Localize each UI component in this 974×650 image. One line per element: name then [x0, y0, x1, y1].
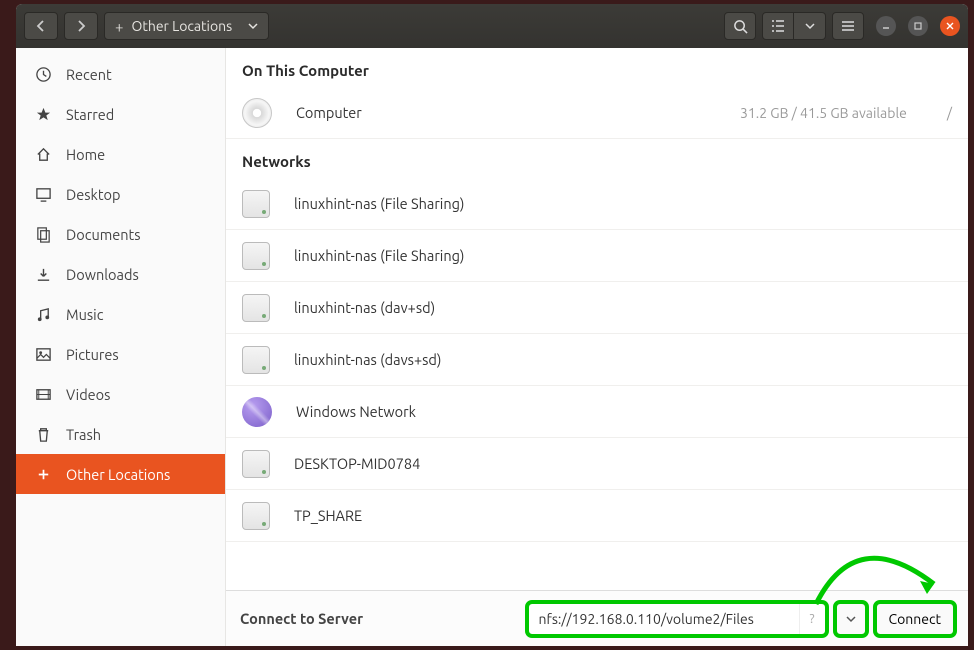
sidebar-item-label: Home	[66, 146, 105, 163]
documents-icon	[34, 225, 52, 243]
sidebar-item-trash[interactable]: Trash	[16, 414, 225, 454]
row-label: linuxhint-nas (davs+sd)	[294, 351, 952, 368]
row-label: TP_SHARE	[294, 507, 952, 524]
location-row[interactable]: DESKTOP-MID0784	[226, 438, 968, 490]
chevron-down-icon	[248, 21, 258, 31]
file-manager-window: + Other Locations Recent Starred Home Deskt…	[16, 4, 968, 646]
location-row[interactable]: linuxhint-nas (dav+sd)	[226, 282, 968, 334]
location-row[interactable]: Computer 31.2 GB / 41.5 GB available /	[226, 87, 968, 139]
row-label: linuxhint-nas (File Sharing)	[294, 247, 952, 264]
chevron-down-icon	[805, 21, 815, 31]
location-label: Other Locations	[131, 18, 232, 34]
drive-icon	[242, 242, 270, 270]
sidebar-item-desktop[interactable]: Desktop	[16, 174, 225, 214]
sidebar-item-label: Downloads	[66, 266, 139, 283]
chevron-down-icon	[846, 614, 856, 624]
disk-icon	[242, 98, 272, 128]
connect-button[interactable]: Connect	[876, 603, 955, 635]
sidebar-item-recent[interactable]: Recent	[16, 54, 225, 94]
list-view-button[interactable]	[762, 12, 794, 40]
home-icon	[34, 145, 52, 163]
connect-bar: Connect to Server ? Connect	[226, 590, 968, 646]
pictures-icon	[34, 345, 52, 363]
titlebar: + Other Locations	[16, 4, 968, 48]
sidebar-item-videos[interactable]: Videos	[16, 374, 225, 414]
location-row[interactable]: Windows Network	[226, 386, 968, 438]
network-globe-icon	[242, 397, 272, 427]
sidebar-item-home[interactable]: Home	[16, 134, 225, 174]
nav-forward-button[interactable]	[64, 12, 98, 40]
clock-icon	[34, 65, 52, 83]
sidebar-item-label: Other Locations	[66, 466, 170, 483]
sidebar: Recent Starred Home Desktop Documents Downloa…	[16, 48, 226, 646]
section-header-computer: On This Computer	[226, 48, 968, 87]
help-icon[interactable]: ?	[799, 604, 825, 634]
sidebar-item-starred[interactable]: Starred	[16, 94, 225, 134]
drive-icon	[242, 502, 270, 530]
location-row[interactable]: linuxhint-nas (davs+sd)	[226, 334, 968, 386]
sidebar-item-documents[interactable]: Documents	[16, 214, 225, 254]
sidebar-item-label: Pictures	[66, 346, 119, 363]
row-label: DESKTOP-MID0784	[294, 455, 952, 472]
trash-icon	[34, 425, 52, 443]
plus-icon	[34, 465, 52, 483]
sidebar-item-other-locations[interactable]: Other Locations	[16, 454, 225, 494]
view-mode-group	[762, 12, 826, 40]
location-row[interactable]: linuxhint-nas (File Sharing)	[226, 230, 968, 282]
location-button[interactable]: + Other Locations	[104, 12, 269, 40]
location-row[interactable]: linuxhint-nas (File Sharing)	[226, 178, 968, 230]
window-close-button[interactable]	[940, 16, 960, 36]
row-path: /	[947, 105, 952, 121]
search-button[interactable]	[724, 12, 756, 40]
downloads-icon	[34, 265, 52, 283]
sidebar-item-label: Videos	[66, 386, 110, 403]
window-minimize-button[interactable]	[876, 16, 896, 36]
hamburger-icon	[841, 19, 855, 33]
sidebar-item-label: Music	[66, 306, 103, 323]
window-body: Recent Starred Home Desktop Documents Downloa…	[16, 48, 968, 646]
chevron-right-icon	[75, 20, 87, 32]
row-label: linuxhint-nas (dav+sd)	[294, 299, 952, 316]
sidebar-item-label: Recent	[66, 66, 112, 83]
row-label: Windows Network	[296, 403, 952, 420]
sidebar-item-label: Desktop	[66, 186, 120, 203]
drive-icon	[242, 450, 270, 478]
sidebar-item-pictures[interactable]: Pictures	[16, 334, 225, 374]
server-address-wrap: ?	[528, 603, 826, 635]
view-dropdown-button[interactable]	[794, 12, 826, 40]
window-maximize-button[interactable]	[908, 16, 928, 36]
sidebar-item-label: Trash	[66, 426, 101, 443]
sidebar-item-label: Documents	[66, 226, 141, 243]
drive-icon	[242, 346, 270, 374]
row-meta: 31.2 GB / 41.5 GB available	[740, 105, 907, 121]
main-panel: On This Computer Computer 31.2 GB / 41.5 …	[226, 48, 968, 646]
server-history-dropdown[interactable]	[836, 603, 866, 635]
drive-icon	[242, 190, 270, 218]
server-address-input[interactable]	[529, 611, 799, 627]
plus-icon: +	[115, 18, 123, 35]
videos-icon	[34, 385, 52, 403]
section-header-networks: Networks	[226, 139, 968, 178]
sidebar-item-label: Starred	[66, 106, 114, 123]
list-icon	[771, 19, 785, 33]
music-icon	[34, 305, 52, 323]
location-row[interactable]: TP_SHARE	[226, 490, 968, 542]
nav-back-button[interactable]	[24, 12, 58, 40]
drive-icon	[242, 294, 270, 322]
sidebar-item-music[interactable]: Music	[16, 294, 225, 334]
connect-label: Connect to Server	[240, 610, 363, 627]
chevron-left-icon	[35, 20, 47, 32]
star-icon	[34, 105, 52, 123]
sidebar-item-downloads[interactable]: Downloads	[16, 254, 225, 294]
desktop-icon	[34, 185, 52, 203]
search-icon	[733, 19, 748, 34]
row-label: linuxhint-nas (File Sharing)	[294, 195, 952, 212]
row-label: Computer	[296, 104, 716, 121]
menu-button[interactable]	[832, 12, 864, 40]
